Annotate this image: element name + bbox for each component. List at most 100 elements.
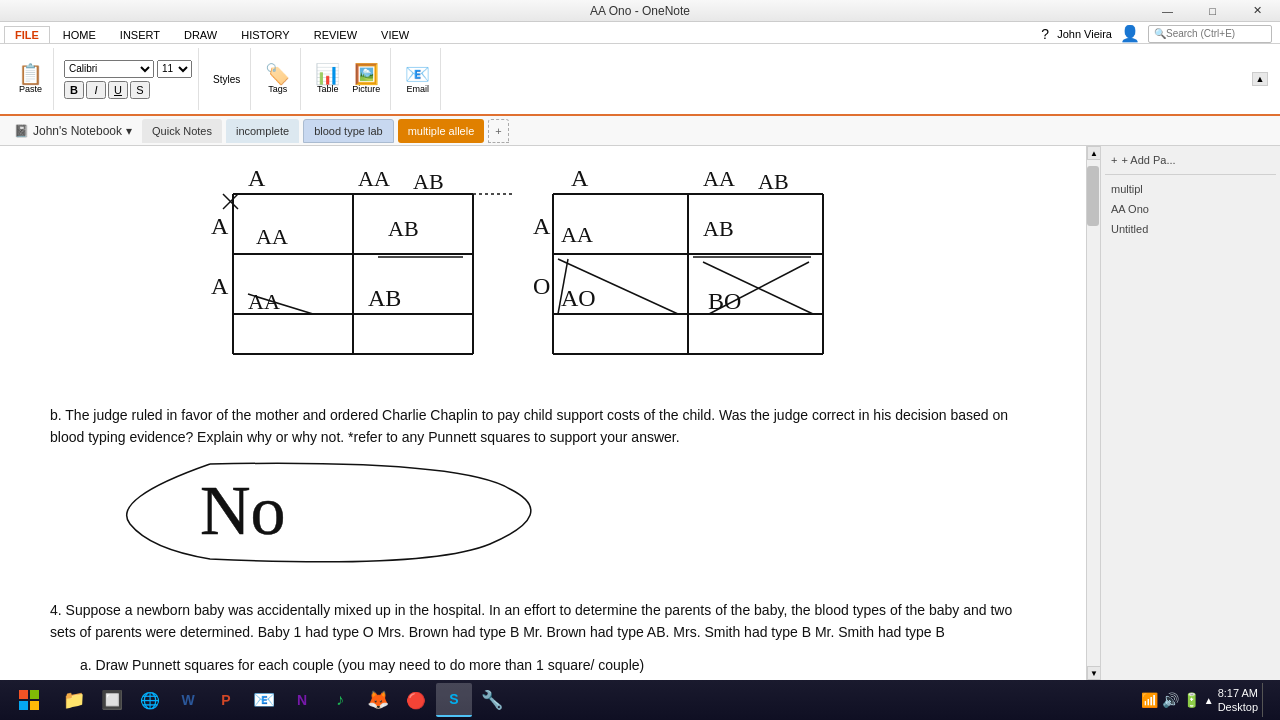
punnett-svg: A AA AB A A AA AB AA bbox=[50, 154, 1036, 394]
tab-history[interactable]: HISTORY bbox=[230, 26, 301, 43]
taskbar: 📁 🔲 🌐 W P 📧 N ♪ 🦊 🔴 S 🔧 📶 🔊 🔋 ▲ 8:17 AM bbox=[0, 680, 1280, 720]
add-page-btn[interactable]: + + Add Pa... bbox=[1105, 150, 1276, 170]
maximize-btn[interactable]: □ bbox=[1190, 0, 1235, 21]
taskbar-powerpoint2[interactable]: 🔴 bbox=[398, 683, 434, 717]
app-title: AA Ono - OneNote bbox=[590, 4, 690, 18]
tags-button[interactable]: 🏷️ Tags bbox=[261, 48, 294, 110]
ribbon-group-styles: Styles bbox=[203, 48, 251, 110]
svg-text:A: A bbox=[211, 213, 229, 239]
taskbar-browser-ie[interactable]: 🌐 bbox=[132, 683, 168, 717]
answer-no-drawing: No bbox=[110, 459, 1036, 579]
collapse-ribbon-btn[interactable]: ▲ bbox=[1252, 72, 1268, 86]
taskbar-firefox[interactable]: 🦊 bbox=[360, 683, 396, 717]
search-input[interactable] bbox=[1166, 28, 1266, 39]
email-page-button[interactable]: 📧 Email bbox=[401, 48, 434, 110]
taskbar-word[interactable]: W bbox=[170, 683, 206, 717]
tab-incomplete[interactable]: incomplete bbox=[226, 119, 299, 143]
minimize-btn[interactable]: — bbox=[1145, 0, 1190, 21]
notebook-name-label: John's Notebook bbox=[33, 124, 122, 138]
tab-quick-notes[interactable]: Quick Notes bbox=[142, 119, 222, 143]
svg-text:AA: AA bbox=[358, 166, 390, 191]
taskbar-tray-expand[interactable]: ▲ bbox=[1204, 695, 1214, 706]
paste-icon: 📋 bbox=[18, 64, 43, 84]
scroll-down-btn[interactable]: ▼ bbox=[1087, 666, 1100, 680]
paste-button[interactable]: 📋 Paste bbox=[14, 48, 47, 110]
taskbar-outlook[interactable]: 📧 bbox=[246, 683, 282, 717]
taskbar-right: 📶 🔊 🔋 ▲ 8:17 AM Desktop bbox=[1141, 683, 1276, 717]
ribbon-commands: 📋 Paste Calibri 11 B I U S Styles bbox=[0, 44, 1280, 116]
tab-home[interactable]: HOME bbox=[52, 26, 107, 43]
italic-button[interactable]: I bbox=[86, 81, 106, 99]
svg-text:AB: AB bbox=[413, 169, 444, 194]
user-name: John Vieira bbox=[1057, 28, 1112, 40]
right-panel-page-aaono[interactable]: AA Ono bbox=[1105, 199, 1276, 219]
svg-rect-44 bbox=[30, 690, 39, 699]
right-panel-page-untitled[interactable]: Untitled bbox=[1105, 219, 1276, 239]
taskbar-skype[interactable]: S bbox=[436, 683, 472, 717]
tab-insert[interactable]: INSERT bbox=[109, 26, 171, 43]
show-desktop-btn[interactable] bbox=[1262, 683, 1270, 717]
add-tab-btn[interactable]: + bbox=[488, 119, 508, 143]
ribbon-tabs: FILE HOME INSERT DRAW HISTORY REVIEW VIE… bbox=[0, 22, 1280, 44]
ribbon-group-basic-text: Calibri 11 B I U S bbox=[58, 48, 199, 110]
svg-text:AA: AA bbox=[561, 222, 593, 247]
ribbon-group-email: 📧 Email bbox=[395, 48, 441, 110]
font-family-select[interactable]: Calibri bbox=[64, 60, 154, 78]
tab-blood-type[interactable]: blood type lab bbox=[303, 119, 394, 143]
bold-button[interactable]: B bbox=[64, 81, 84, 99]
underline-button[interactable]: U bbox=[108, 81, 128, 99]
ribbon-group-tags: 🏷️ Tags bbox=[255, 48, 301, 110]
start-button[interactable] bbox=[4, 683, 54, 717]
svg-text:A: A bbox=[248, 165, 266, 191]
font-size-select[interactable]: 11 bbox=[157, 60, 192, 78]
right-panel-page-multipl[interactable]: multipl bbox=[1105, 179, 1276, 199]
answer-no-svg: No bbox=[110, 459, 610, 569]
taskbar-onenote-tray[interactable]: N bbox=[284, 683, 320, 717]
svg-text:AA: AA bbox=[703, 166, 735, 191]
page-tabs-bar: 📓 John's Notebook ▾ Quick Notes incomple… bbox=[0, 116, 1280, 146]
ribbon-group-clipboard: 📋 Paste bbox=[8, 48, 54, 110]
taskbar-metro-apps[interactable]: 🔲 bbox=[94, 683, 130, 717]
title-bar: AA Ono - OneNote — □ ✕ bbox=[0, 0, 1280, 22]
help-icon[interactable]: ? bbox=[1041, 26, 1049, 42]
notebook-selector[interactable]: 📓 John's Notebook ▾ bbox=[8, 122, 138, 140]
svg-text:AB: AB bbox=[368, 285, 401, 311]
windows-logo bbox=[17, 688, 41, 712]
notebook-icon: 📓 bbox=[14, 124, 29, 138]
scroll-up-btn[interactable]: ▲ bbox=[1087, 146, 1100, 160]
user-icon: 👤 bbox=[1120, 24, 1140, 43]
note-scrollbar[interactable]: ▲ ▼ bbox=[1086, 146, 1100, 680]
styles-button[interactable]: Styles bbox=[209, 48, 244, 110]
taskbar-spotify[interactable]: ♪ bbox=[322, 683, 358, 717]
svg-text:BO: BO bbox=[708, 288, 741, 314]
tab-draw[interactable]: DRAW bbox=[173, 26, 228, 43]
svg-text:AB: AB bbox=[703, 216, 734, 241]
notebook-dropdown-icon: ▾ bbox=[126, 124, 132, 138]
table-button[interactable]: 📊 Table bbox=[311, 48, 344, 110]
window-controls: — □ ✕ bbox=[1145, 0, 1280, 21]
taskbar-settings[interactable]: 🔧 bbox=[474, 683, 510, 717]
quick-notes-label: Quick Notes bbox=[152, 125, 212, 137]
picture-button[interactable]: 🖼️ Picture bbox=[348, 48, 384, 110]
add-tab-icon: + bbox=[495, 125, 501, 137]
close-btn[interactable]: ✕ bbox=[1235, 0, 1280, 21]
taskbar-powerpoint[interactable]: P bbox=[208, 683, 244, 717]
taskbar-clock[interactable]: 8:17 AM Desktop bbox=[1218, 686, 1258, 715]
taskbar-network-icon: 📶 bbox=[1141, 692, 1158, 708]
tab-view[interactable]: VIEW bbox=[370, 26, 420, 43]
tab-review[interactable]: REVIEW bbox=[303, 26, 368, 43]
svg-text:AA: AA bbox=[256, 224, 288, 249]
right-panel: + + Add Pa... multipl AA Ono Untitled ◀ bbox=[1100, 146, 1280, 680]
tab-multiple-allele[interactable]: multiple allele bbox=[398, 119, 485, 143]
svg-text:AA: AA bbox=[248, 289, 280, 314]
scroll-thumb[interactable] bbox=[1087, 166, 1099, 226]
svg-text:A: A bbox=[533, 213, 551, 239]
svg-text:AO: AO bbox=[561, 285, 596, 311]
taskbar-file-explorer[interactable]: 📁 bbox=[56, 683, 92, 717]
svg-rect-45 bbox=[19, 701, 28, 710]
strikethrough-button[interactable]: S bbox=[130, 81, 150, 99]
add-page-icon: + bbox=[1111, 154, 1117, 166]
svg-text:A: A bbox=[211, 273, 229, 299]
taskbar-sound-icon: 🔊 bbox=[1162, 692, 1179, 708]
tab-file[interactable]: FILE bbox=[4, 26, 50, 43]
